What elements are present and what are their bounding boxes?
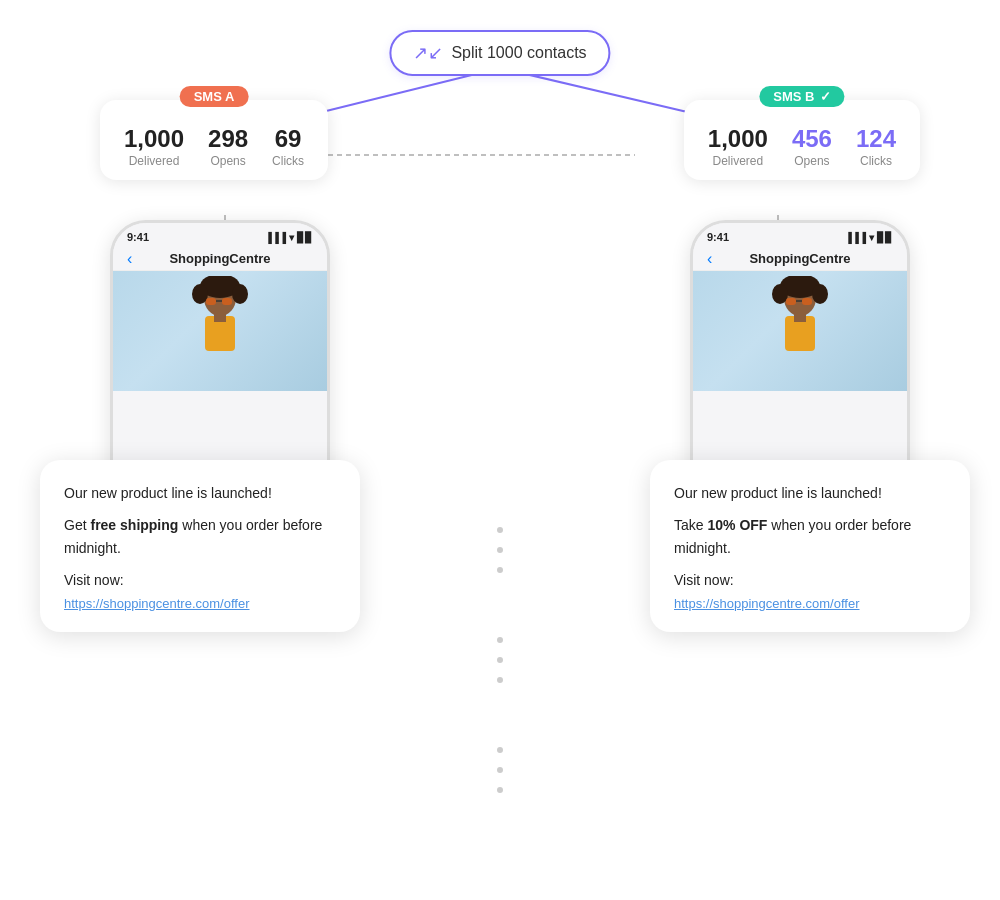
svg-point-13 xyxy=(497,767,503,773)
svg-point-26 xyxy=(772,284,788,304)
phone-b-title: ShoppingCentre xyxy=(749,251,850,266)
phone-a-back-icon: ‹ xyxy=(127,250,132,268)
phone-a-signal: ▐▐▐ ▾ ▊▊ xyxy=(265,232,313,243)
stat-opens-a: 298 Opens xyxy=(208,126,248,168)
svg-rect-32 xyxy=(794,314,806,322)
svg-rect-28 xyxy=(786,298,796,305)
message-a-link[interactable]: https://shoppingcentre.com/offer xyxy=(64,596,249,611)
woman-svg-a xyxy=(180,276,260,386)
phone-b-signal: ▐▐▐ ▾ ▊▊ xyxy=(845,232,893,243)
phone-a-status-bar: 9:41 ▐▐▐ ▾ ▊▊ xyxy=(113,223,327,247)
stat-label-opens-b: Opens xyxy=(794,154,829,168)
stat-value-opens-b: 456 xyxy=(792,126,832,152)
svg-rect-19 xyxy=(206,298,216,305)
svg-rect-20 xyxy=(222,298,232,305)
message-a-line1: Our new product line is launched! xyxy=(64,482,336,504)
svg-rect-23 xyxy=(214,314,226,322)
message-bubble-a: Our new product line is launched! Get fr… xyxy=(40,460,360,632)
svg-point-9 xyxy=(497,637,503,643)
svg-point-27 xyxy=(812,284,828,304)
stat-label-delivered-a: Delivered xyxy=(129,154,180,168)
message-a-link-line: https://shoppingcentre.com/offer xyxy=(64,592,336,615)
svg-point-12 xyxy=(497,747,503,753)
message-a-line3: Visit now: xyxy=(64,569,336,591)
message-b-link-line: https://shoppingcentre.com/offer xyxy=(674,592,946,615)
check-icon: ✓ xyxy=(820,89,831,104)
stat-label-opens-a: Opens xyxy=(210,154,245,168)
message-a-line2: Get free shipping when you order before … xyxy=(64,514,336,559)
split-node: ↗↙ Split 1000 contacts xyxy=(389,30,610,76)
stat-label-clicks-a: Clicks xyxy=(272,154,304,168)
stat-clicks-a: 69 Clicks xyxy=(272,126,304,168)
svg-point-14 xyxy=(497,787,503,793)
stat-label-delivered-b: Delivered xyxy=(713,154,764,168)
stats-card-a: SMS A 1,000 Delivered 298 Opens 69 Click… xyxy=(100,100,328,180)
phone-a-header: ‹ ShoppingCentre xyxy=(113,247,327,271)
stat-label-clicks-b: Clicks xyxy=(860,154,892,168)
message-b-line2: Take 10% OFF when you order before midni… xyxy=(674,514,946,559)
phone-a-time: 9:41 xyxy=(127,231,149,243)
svg-point-11 xyxy=(497,677,503,683)
stat-value-clicks-a: 69 xyxy=(275,126,302,152)
badge-sms-b: SMS B ✓ xyxy=(759,86,844,107)
svg-point-10 xyxy=(497,657,503,663)
stat-value-delivered-b: 1,000 xyxy=(708,126,768,152)
stat-delivered-b: 1,000 Delivered xyxy=(708,126,768,168)
stat-value-delivered-a: 1,000 xyxy=(124,126,184,152)
phone-b-header: ‹ ShoppingCentre xyxy=(693,247,907,271)
svg-rect-29 xyxy=(802,298,812,305)
message-b-line1: Our new product line is launched! xyxy=(674,482,946,504)
svg-point-8 xyxy=(497,567,503,573)
svg-point-17 xyxy=(192,284,208,304)
message-b-link[interactable]: https://shoppingcentre.com/offer xyxy=(674,596,859,611)
stat-value-opens-a: 298 xyxy=(208,126,248,152)
message-bubble-b: Our new product line is launched! Take 1… xyxy=(650,460,970,632)
stats-card-b: SMS B ✓ 1,000 Delivered 456 Opens 124 Cl… xyxy=(684,100,920,180)
phone-a-title: ShoppingCentre xyxy=(169,251,270,266)
split-icon: ↗↙ xyxy=(413,42,443,64)
svg-point-6 xyxy=(497,527,503,533)
phone-b-time: 9:41 xyxy=(707,231,729,243)
phone-a-image xyxy=(113,271,327,391)
split-label: Split 1000 contacts xyxy=(451,44,586,62)
stat-opens-b: 456 Opens xyxy=(792,126,832,168)
phone-b-image xyxy=(693,271,907,391)
stat-delivered-a: 1,000 Delivered xyxy=(124,126,184,168)
main-scene: ↗↙ Split 1000 contacts SMS A 1,000 Deliv… xyxy=(0,0,1000,900)
stat-clicks-b: 124 Clicks xyxy=(856,126,896,168)
phone-b-back-icon: ‹ xyxy=(707,250,712,268)
svg-point-18 xyxy=(232,284,248,304)
message-b-line3: Visit now: xyxy=(674,569,946,591)
svg-point-7 xyxy=(497,547,503,553)
badge-sms-a: SMS A xyxy=(180,86,249,107)
stats-row-b: 1,000 Delivered 456 Opens 124 Clicks xyxy=(708,126,896,168)
stat-value-clicks-b: 124 xyxy=(856,126,896,152)
phone-b-status-bar: 9:41 ▐▐▐ ▾ ▊▊ xyxy=(693,223,907,247)
stats-row-a: 1,000 Delivered 298 Opens 69 Clicks xyxy=(124,126,304,168)
woman-svg-b xyxy=(760,276,840,386)
